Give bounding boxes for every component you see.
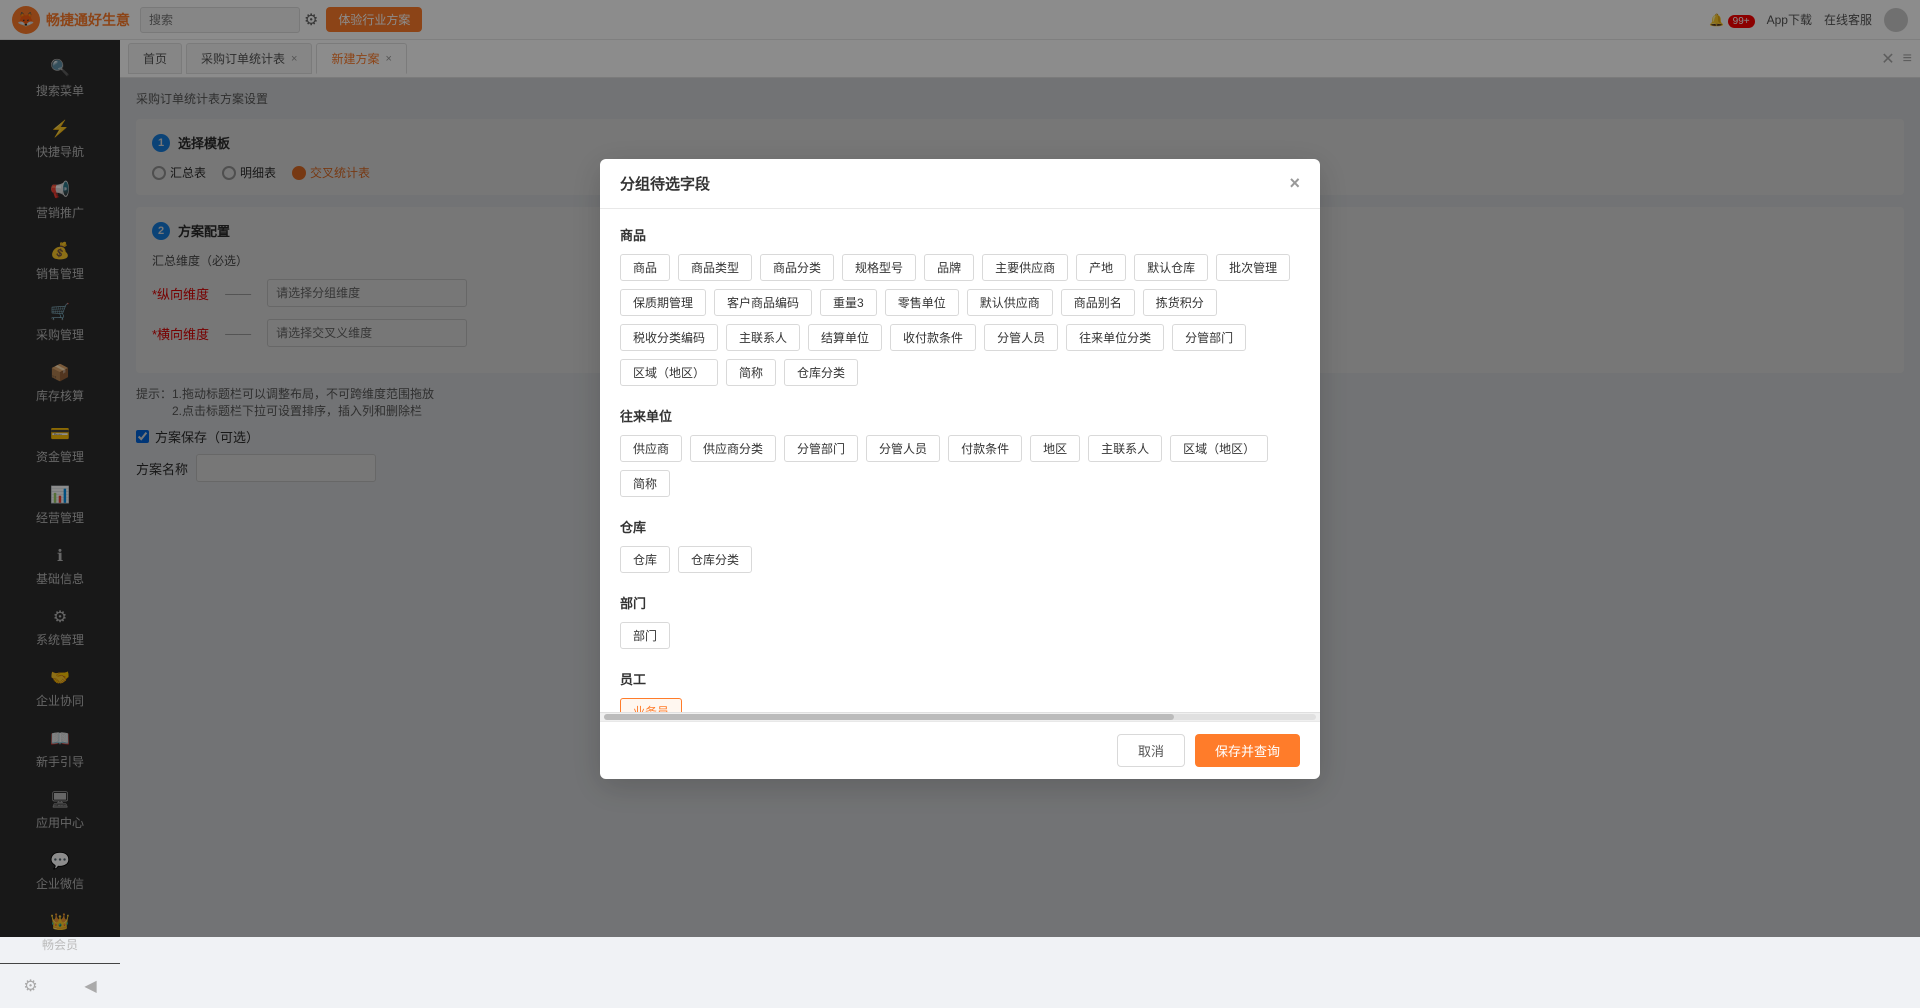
section-employee: 员工 业务员 — [620, 669, 1300, 712]
chip-payment-terms[interactable]: 收付款条件 — [890, 324, 976, 351]
chip-origin[interactable]: 产地 — [1076, 254, 1126, 281]
chip-salesperson[interactable]: 业务员 — [620, 698, 682, 712]
hscroll-thumb — [604, 714, 1174, 720]
section-product-chips: 商品 商品类型 商品分类 规格型号 品牌 主要供应商 产地 默认仓库 批次管理 … — [620, 254, 1300, 386]
chip-short-name[interactable]: 简称 — [726, 359, 776, 386]
modal-hscroll — [600, 712, 1320, 721]
modal-overlay: 分组待选字段 × 商品 商品 商品类型 商品分类 规格型号 品牌 主要供应商 产… — [0, 0, 1920, 937]
modal-footer: 取消 保存并查询 — [600, 721, 1320, 779]
chip-party-category[interactable]: 往来单位分类 — [1066, 324, 1164, 351]
chip-party-contact[interactable]: 主联系人 — [1088, 435, 1162, 462]
chip-party-region[interactable]: 区域（地区） — [1170, 435, 1268, 462]
chip-party-payment[interactable]: 付款条件 — [948, 435, 1022, 462]
section-dept-chips: 部门 — [620, 622, 1300, 649]
sidebar-item-vip-label: 畅会员 — [42, 936, 78, 953]
chip-main-supplier[interactable]: 主要供应商 — [982, 254, 1068, 281]
section-product: 商品 商品 商品类型 商品分类 规格型号 品牌 主要供应商 产地 默认仓库 批次… — [620, 225, 1300, 386]
chip-retail-unit[interactable]: 零售单位 — [885, 289, 959, 316]
section-product-title: 商品 — [620, 225, 1300, 244]
chip-dept[interactable]: 分管部门 — [1172, 324, 1246, 351]
chip-party-dept[interactable]: 分管部门 — [784, 435, 858, 462]
chip-supplier[interactable]: 供应商 — [620, 435, 682, 462]
chip-product-type[interactable]: 商品类型 — [678, 254, 752, 281]
section-warehouse: 仓库 仓库 仓库分类 — [620, 517, 1300, 573]
chip-main-contact[interactable]: 主联系人 — [726, 324, 800, 351]
section-employee-title: 员工 — [620, 669, 1300, 688]
modal-body: 商品 商品 商品类型 商品分类 规格型号 品牌 主要供应商 产地 默认仓库 批次… — [600, 209, 1320, 712]
section-employee-chips: 业务员 — [620, 698, 1300, 712]
chip-product[interactable]: 商品 — [620, 254, 670, 281]
section-warehouse-title: 仓库 — [620, 517, 1300, 536]
chip-default-warehouse[interactable]: 默认仓库 — [1134, 254, 1208, 281]
modal-close-btn[interactable]: × — [1289, 174, 1300, 192]
chip-party-area[interactable]: 地区 — [1030, 435, 1080, 462]
modal-header: 分组待选字段 × — [600, 159, 1320, 209]
modal-cancel-btn[interactable]: 取消 — [1117, 734, 1185, 767]
chip-product-category[interactable]: 商品分类 — [760, 254, 834, 281]
section-party: 往来单位 供应商 供应商分类 分管部门 分管人员 付款条件 地区 主联系人 区域… — [620, 406, 1300, 497]
chip-pick-points[interactable]: 拣货积分 — [1143, 289, 1217, 316]
chip-warehouse-category[interactable]: 仓库分类 — [678, 546, 752, 573]
chip-supervisor[interactable]: 分管人员 — [984, 324, 1058, 351]
chip-spec-model[interactable]: 规格型号 — [842, 254, 916, 281]
chip-batch-mgmt[interactable]: 批次管理 — [1216, 254, 1290, 281]
chip-warehouse-cat[interactable]: 仓库分类 — [784, 359, 858, 386]
chip-shelf-life[interactable]: 保质期管理 — [620, 289, 706, 316]
field-selector-modal: 分组待选字段 × 商品 商品 商品类型 商品分类 规格型号 品牌 主要供应商 产… — [600, 159, 1320, 779]
chip-party-short[interactable]: 简称 — [620, 470, 670, 497]
chip-brand[interactable]: 品牌 — [924, 254, 974, 281]
chip-customer-code[interactable]: 客户商品编码 — [714, 289, 812, 316]
section-dept-title: 部门 — [620, 593, 1300, 612]
chip-default-supplier[interactable]: 默认供应商 — [967, 289, 1053, 316]
section-warehouse-chips: 仓库 仓库分类 — [620, 546, 1300, 573]
chip-warehouse[interactable]: 仓库 — [620, 546, 670, 573]
chip-region[interactable]: 区域（地区） — [620, 359, 718, 386]
modal-title: 分组待选字段 — [620, 173, 710, 194]
settings-bottom-icon[interactable]: ⚙ — [23, 976, 37, 996]
section-party-chips: 供应商 供应商分类 分管部门 分管人员 付款条件 地区 主联系人 区域（地区） … — [620, 435, 1300, 497]
section-dept: 部门 部门 — [620, 593, 1300, 649]
chip-weight3[interactable]: 重量3 — [820, 289, 877, 316]
sidebar-bottom: ⚙ ◀ — [0, 963, 120, 1008]
chip-tax-code[interactable]: 税收分类编码 — [620, 324, 718, 351]
hscroll-track — [604, 714, 1316, 720]
chip-party-supervisor[interactable]: 分管人员 — [866, 435, 940, 462]
sidebar-collapse-icon[interactable]: ◀ — [84, 976, 96, 996]
chip-supplier-cat[interactable]: 供应商分类 — [690, 435, 776, 462]
chip-settlement-unit[interactable]: 结算单位 — [808, 324, 882, 351]
section-party-title: 往来单位 — [620, 406, 1300, 425]
chip-product-alias[interactable]: 商品别名 — [1061, 289, 1135, 316]
chip-department[interactable]: 部门 — [620, 622, 670, 649]
modal-save-btn[interactable]: 保存并查询 — [1195, 734, 1300, 767]
